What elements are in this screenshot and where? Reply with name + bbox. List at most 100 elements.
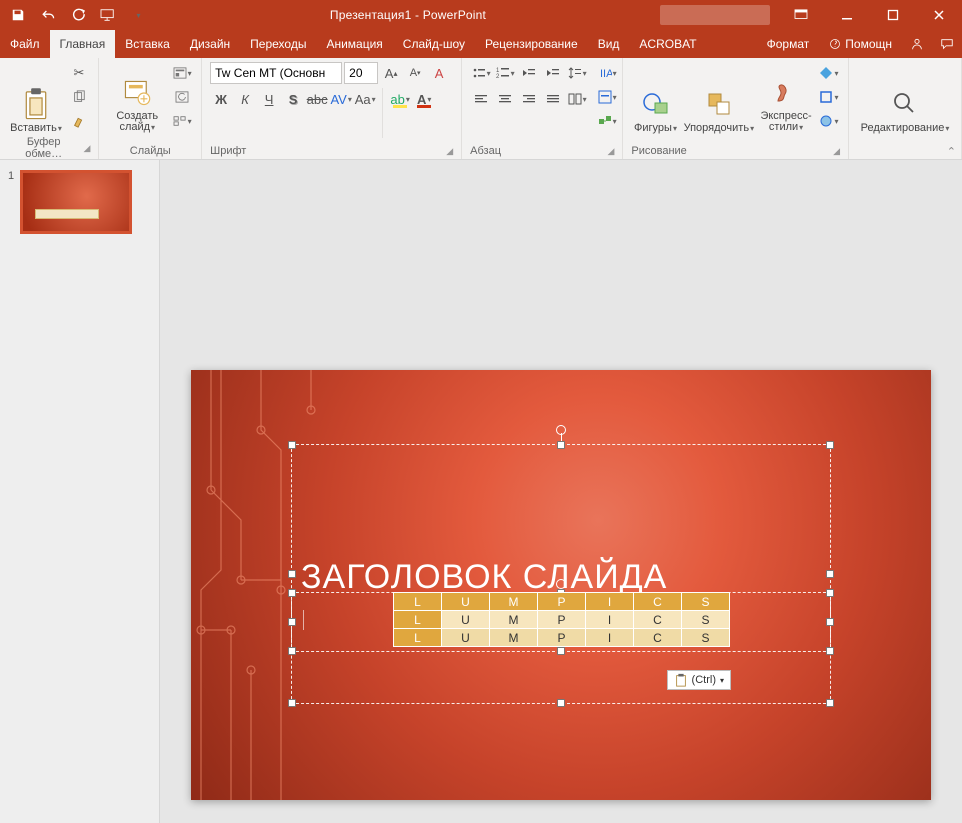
smartart-icon[interactable] — [596, 110, 618, 132]
r1c1[interactable]: U — [442, 611, 490, 629]
r2c5[interactable]: C — [634, 629, 682, 647]
start-slideshow-icon[interactable] — [94, 1, 122, 29]
shape-outline-icon[interactable] — [818, 86, 840, 108]
quick-styles-button[interactable]: Экспресс-стили — [758, 62, 814, 134]
r2c0[interactable]: L — [394, 629, 442, 647]
redo-icon[interactable] — [64, 1, 92, 29]
justify-icon[interactable] — [542, 88, 564, 110]
paste-options-badge[interactable]: (Ctrl) ▾ — [667, 670, 731, 690]
bold-icon[interactable]: Ж — [210, 88, 232, 110]
th-0[interactable]: L — [394, 593, 442, 611]
clipboard-dialog-launcher[interactable]: ◢ — [83, 143, 90, 154]
r2c2[interactable]: M — [490, 629, 538, 647]
r1c0[interactable]: L — [394, 611, 442, 629]
tab-acrobat[interactable]: ACROBAT — [629, 30, 706, 58]
tab-file[interactable]: Файл — [0, 30, 50, 58]
clear-formatting-icon[interactable]: A — [428, 62, 450, 84]
tab-design[interactable]: Дизайн — [180, 30, 240, 58]
bullets-icon[interactable] — [470, 62, 492, 84]
char-spacing-icon[interactable]: AV — [330, 88, 352, 110]
columns-icon[interactable] — [566, 88, 588, 110]
font-size-input[interactable] — [344, 62, 378, 84]
tab-insert[interactable]: Вставка — [115, 30, 180, 58]
format-painter-icon[interactable] — [68, 110, 90, 132]
italic-icon[interactable]: К — [234, 88, 256, 110]
r2c4[interactable]: I — [586, 629, 634, 647]
tell-me[interactable]: Помощн — [819, 30, 902, 58]
undo-icon[interactable] — [34, 1, 62, 29]
qat-customize-icon[interactable] — [124, 1, 152, 29]
arrange-label: Упорядочить — [684, 122, 754, 134]
tell-me-label: Помощн — [845, 37, 892, 51]
th-4[interactable]: I — [586, 593, 634, 611]
align-center-icon[interactable] — [494, 88, 516, 110]
numbering-icon[interactable]: 12 — [494, 62, 516, 84]
strikethrough-icon[interactable]: abc — [306, 88, 328, 110]
slide-thumbnail-1[interactable] — [20, 170, 132, 234]
decrease-indent-icon[interactable] — [518, 62, 540, 84]
font-name-input[interactable] — [210, 62, 342, 84]
collapse-ribbon-icon[interactable]: ⌃ — [947, 145, 956, 158]
decrease-font-icon[interactable]: A▾ — [404, 62, 426, 84]
slide-table[interactable]: L U M P I C S L U M P I C — [393, 592, 730, 647]
r1c6[interactable]: S — [682, 611, 730, 629]
align-right-icon[interactable] — [518, 88, 540, 110]
change-case-icon[interactable]: Aa — [354, 88, 376, 110]
ribbon-display-options-icon[interactable] — [778, 0, 824, 30]
layout-icon[interactable] — [171, 62, 193, 84]
tab-format[interactable]: Формат — [757, 30, 820, 58]
shapes-button[interactable]: Фигуры — [631, 62, 679, 134]
copy-icon[interactable] — [68, 86, 90, 108]
shapes-icon — [640, 88, 672, 120]
r1c2[interactable]: M — [490, 611, 538, 629]
r1c5[interactable]: C — [634, 611, 682, 629]
increase-indent-icon[interactable] — [542, 62, 564, 84]
r2c1[interactable]: U — [442, 629, 490, 647]
text-direction-icon[interactable]: ІІА — [596, 62, 618, 84]
highlight-icon[interactable]: ab — [389, 88, 411, 110]
increase-font-icon[interactable]: A▴ — [380, 62, 402, 84]
shadow-icon[interactable]: S — [282, 88, 304, 110]
reset-icon[interactable] — [171, 86, 193, 108]
underline-icon[interactable]: Ч — [258, 88, 280, 110]
share-icon[interactable] — [902, 30, 932, 58]
r2c3[interactable]: P — [538, 629, 586, 647]
tab-home[interactable]: Главная — [50, 30, 116, 58]
th-2[interactable]: M — [490, 593, 538, 611]
th-1[interactable]: U — [442, 593, 490, 611]
tab-review[interactable]: Рецензирование — [475, 30, 588, 58]
shape-fill-icon[interactable] — [818, 62, 840, 84]
svg-text:ІІА: ІІА — [600, 68, 612, 80]
minimize-button[interactable] — [824, 0, 870, 30]
tab-transitions[interactable]: Переходы — [240, 30, 316, 58]
cut-icon[interactable]: ✂ — [68, 62, 90, 84]
comments-icon[interactable] — [932, 30, 962, 58]
tab-view[interactable]: Вид — [588, 30, 630, 58]
tab-slideshow[interactable]: Слайд-шоу — [393, 30, 475, 58]
font-dialog-launcher[interactable]: ◢ — [446, 146, 453, 157]
paragraph-dialog-launcher[interactable]: ◢ — [607, 146, 614, 157]
save-icon[interactable] — [4, 1, 32, 29]
font-color-icon[interactable]: A — [413, 88, 435, 110]
tab-animation[interactable]: Анимация — [316, 30, 392, 58]
r1c3[interactable]: P — [538, 611, 586, 629]
line-spacing-icon[interactable] — [566, 62, 588, 84]
maximize-button[interactable] — [870, 0, 916, 30]
slide-canvas[interactable]: ЗАГОЛОВОК СЛАЙДА L U M P — [191, 370, 931, 800]
close-button[interactable] — [916, 0, 962, 30]
paste-options-label: (Ctrl) — [692, 674, 716, 686]
drawing-dialog-launcher[interactable]: ◢ — [833, 146, 840, 157]
th-5[interactable]: C — [634, 593, 682, 611]
align-left-icon[interactable] — [470, 88, 492, 110]
section-icon[interactable] — [171, 110, 193, 132]
th-3[interactable]: P — [538, 593, 586, 611]
new-slide-button[interactable]: Создать слайд — [107, 62, 167, 134]
r2c6[interactable]: S — [682, 629, 730, 647]
arrange-button[interactable]: Упорядочить — [684, 62, 754, 134]
paste-button[interactable]: Вставить — [8, 62, 64, 134]
editing-button[interactable]: Редактирование — [857, 62, 953, 134]
align-text-icon[interactable] — [596, 86, 618, 108]
shape-effects-icon[interactable] — [818, 110, 840, 132]
th-6[interactable]: S — [682, 593, 730, 611]
r1c4[interactable]: I — [586, 611, 634, 629]
